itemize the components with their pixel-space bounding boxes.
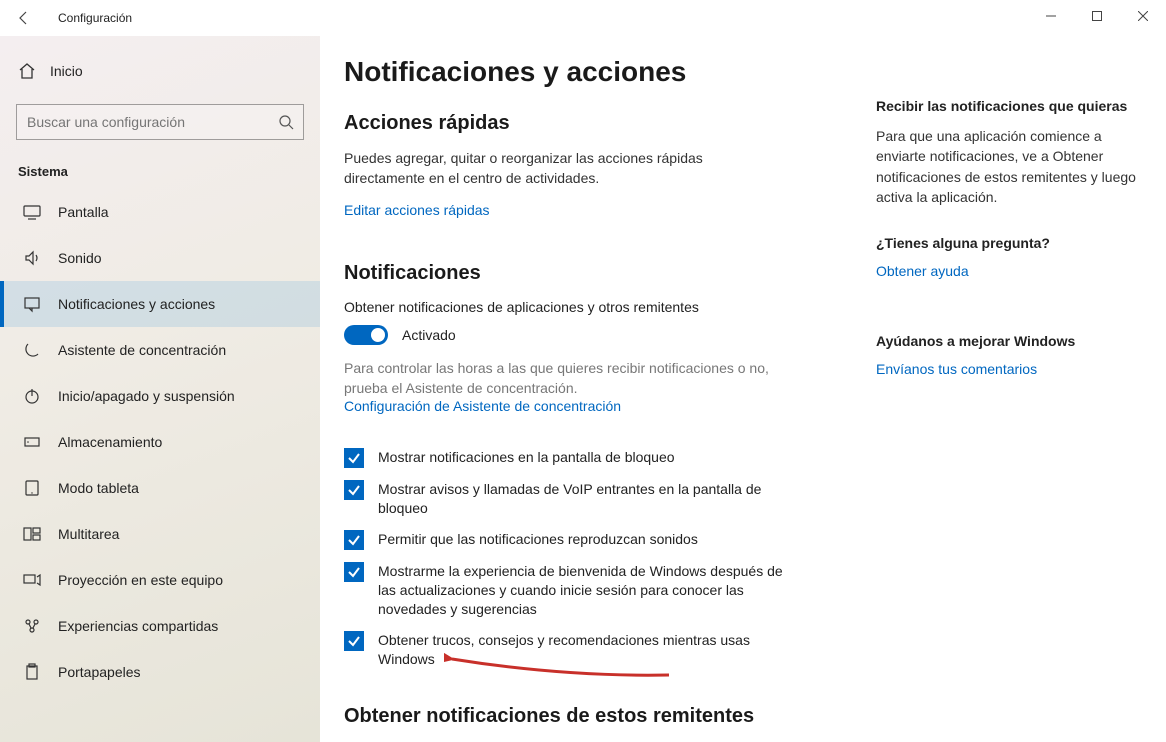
check-label-3: Mostrarme la experiencia de bienvenida d… [378, 562, 784, 619]
feedback-link[interactable]: Envíanos tus comentarios [876, 361, 1037, 377]
sidebar-item-tablet[interactable]: Modo tableta [0, 465, 320, 511]
multitask-icon [22, 525, 42, 543]
aside-improve-heading: Ayúdanos a mejorar Windows [876, 333, 1136, 349]
section-header: Sistema [0, 158, 320, 189]
aside-question-heading: ¿Tienes alguna pregunta? [876, 235, 1136, 251]
back-button[interactable] [8, 2, 40, 34]
sidebar-item-notifications[interactable]: Notificaciones y acciones [0, 281, 320, 327]
checkbox-2[interactable] [344, 530, 364, 550]
window-title: Configuración [58, 11, 132, 25]
home-button[interactable]: Inicio [0, 48, 320, 94]
check-label-0: Mostrar notificaciones en la pantalla de… [378, 448, 675, 467]
sidebar-item-label: Almacenamiento [58, 434, 162, 450]
sidebar-item-display[interactable]: Pantalla [0, 189, 320, 235]
sidebar-item-label: Multitarea [58, 526, 119, 542]
check-row-2: Permitir que las notificaciones reproduz… [344, 530, 784, 550]
sidebar-item-label: Portapapeles [58, 664, 141, 680]
checkbox-3[interactable] [344, 562, 364, 582]
quick-actions-heading: Acciones rápidas [344, 112, 836, 135]
minimize-button[interactable] [1028, 0, 1074, 32]
shared-icon [22, 617, 42, 635]
sidebar-item-label: Notificaciones y acciones [58, 296, 215, 312]
sidebar-item-label: Pantalla [58, 204, 109, 220]
check-label-1: Mostrar avisos y llamadas de VoIP entran… [378, 480, 784, 518]
sidebar-item-label: Proyección en este equipo [58, 572, 223, 588]
sidebar-item-clipboard[interactable]: Portapapeles [0, 649, 320, 695]
sidebar: Inicio Sistema Pantalla Sonido Notificacio… [0, 36, 320, 742]
sidebar-item-label: Inicio/apagado y suspensión [58, 388, 235, 404]
home-icon [18, 62, 36, 80]
power-icon [22, 387, 42, 405]
close-button[interactable] [1120, 0, 1166, 32]
aside: Recibir las notificaciones que quieras P… [876, 56, 1136, 742]
sidebar-item-power[interactable]: Inicio/apagado y suspensión [0, 373, 320, 419]
focus-config-link[interactable]: Configuración de Asistente de concentrac… [344, 398, 621, 414]
check-label-2: Permitir que las notificaciones reproduz… [378, 530, 698, 549]
tablet-icon [22, 479, 42, 497]
sidebar-item-project[interactable]: Proyección en este equipo [0, 557, 320, 603]
edit-quick-actions-link[interactable]: Editar acciones rápidas [344, 202, 490, 218]
aside-receive-desc: Para que una aplicación comience a envia… [876, 126, 1136, 207]
search-input[interactable] [16, 104, 304, 140]
focus-icon [22, 341, 42, 359]
notifications-toggle[interactable] [344, 325, 388, 345]
toggle-state: Activado [402, 327, 456, 343]
check-row-0: Mostrar notificaciones en la pantalla de… [344, 448, 784, 468]
storage-icon [22, 433, 42, 451]
checkbox-1[interactable] [344, 480, 364, 500]
sidebar-item-label: Asistente de concentración [58, 342, 226, 358]
sound-icon [22, 249, 42, 267]
display-icon [22, 203, 42, 221]
check-row-1: Mostrar avisos y llamadas de VoIP entran… [344, 480, 784, 518]
help-link[interactable]: Obtener ayuda [876, 263, 969, 279]
clipboard-icon [22, 663, 42, 681]
search-icon [269, 114, 303, 130]
search-field[interactable] [17, 114, 269, 130]
sidebar-item-multitask[interactable]: Multitarea [0, 511, 320, 557]
senders-heading: Obtener notificaciones de estos remitent… [344, 705, 836, 728]
aside-receive-heading: Recibir las notificaciones que quieras [876, 98, 1136, 114]
checkbox-0[interactable] [344, 448, 364, 468]
sidebar-item-storage[interactable]: Almacenamiento [0, 419, 320, 465]
notifications-toggle-label: Obtener notificaciones de aplicaciones y… [344, 299, 836, 315]
notifications-heading: Notificaciones [344, 262, 836, 285]
quick-actions-desc: Puedes agregar, quitar o reorganizar las… [344, 149, 784, 188]
notifications-icon [22, 295, 42, 313]
home-label: Inicio [50, 63, 83, 79]
page-title: Notificaciones y acciones [344, 56, 836, 88]
project-icon [22, 571, 42, 589]
titlebar: Configuración [0, 0, 1166, 36]
sidebar-item-sound[interactable]: Sonido [0, 235, 320, 281]
annotation-arrow [444, 651, 674, 681]
sidebar-item-label: Sonido [58, 250, 102, 266]
checkbox-4[interactable] [344, 631, 364, 651]
main-content: Notificaciones y acciones Acciones rápid… [344, 56, 836, 742]
sidebar-item-label: Modo tableta [58, 480, 139, 496]
sidebar-item-focus[interactable]: Asistente de concentración [0, 327, 320, 373]
maximize-button[interactable] [1074, 0, 1120, 32]
sidebar-item-shared[interactable]: Experiencias compartidas [0, 603, 320, 649]
focus-note: Para controlar las horas a las que quier… [344, 359, 774, 398]
sidebar-item-label: Experiencias compartidas [58, 618, 218, 634]
check-row-3: Mostrarme la experiencia de bienvenida d… [344, 562, 784, 619]
